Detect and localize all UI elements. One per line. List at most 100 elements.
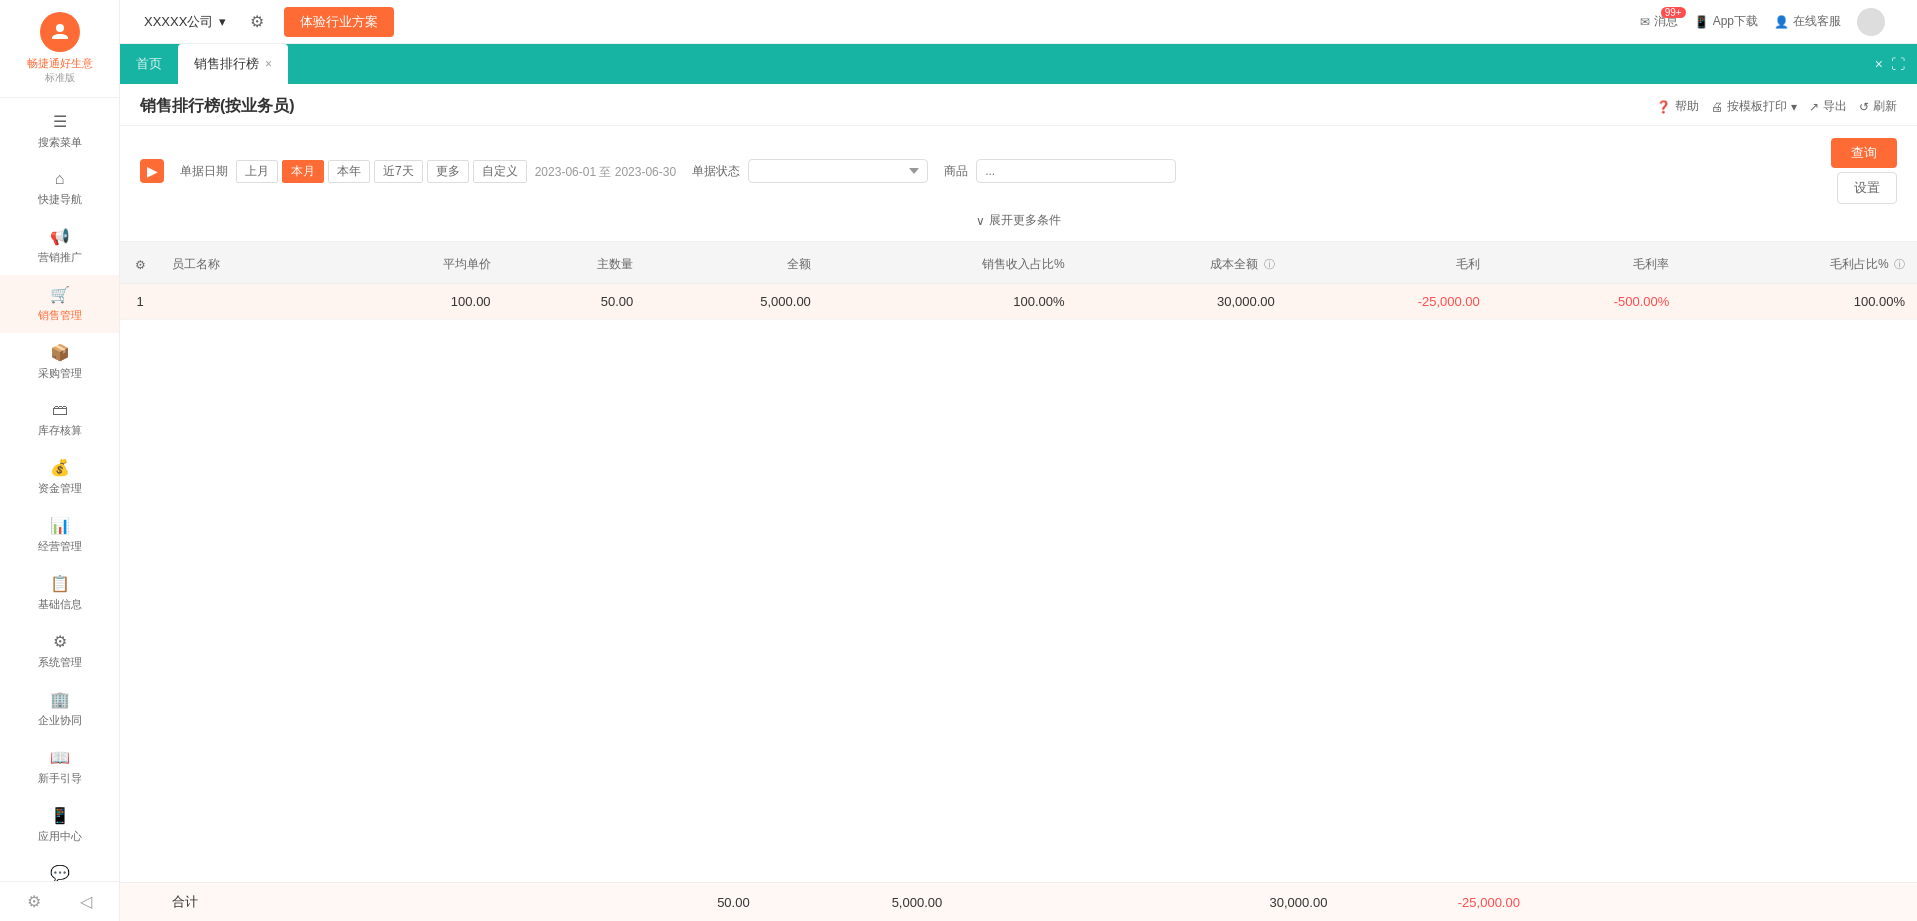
sidebar-label-system: 系统管理 — [38, 655, 82, 670]
sidebar-item-basic[interactable]: 📋 基础信息 — [0, 564, 119, 622]
date-btn-last-month[interactable]: 上月 — [236, 160, 278, 183]
user-avatar[interactable] — [1857, 8, 1885, 36]
filter-settings-button[interactable]: 设置 — [1837, 172, 1897, 204]
date-filter-label: 单据日期 — [180, 163, 228, 180]
online-service-button[interactable]: 👤 在线客服 — [1774, 13, 1841, 30]
chevron-down-icon: ∨ — [976, 214, 985, 228]
template-dropdown-icon: ▾ — [1791, 100, 1797, 114]
tab-fullscreen-icon[interactable]: ⛶ — [1891, 56, 1905, 72]
sales-icon: 🛒 — [50, 285, 70, 304]
export-label: 导出 — [1823, 98, 1847, 115]
cell-profit-rate: -500.00% — [1492, 284, 1682, 320]
home-icon: ⌂ — [55, 170, 65, 188]
topbar-settings-icon[interactable]: ⚙ — [250, 12, 264, 31]
sidebar: 畅捷通好生意 标准版 ☰ 搜索菜单 ⌂ 快捷导航 📢 营销推广 🛒 销售管理 📦… — [0, 0, 120, 921]
service-icon: 👤 — [1774, 15, 1789, 29]
sidebar-item-appstore[interactable]: 📱 应用中心 — [0, 796, 119, 854]
export-button[interactable]: ↗ 导出 — [1809, 98, 1847, 115]
sidebar-item-operations[interactable]: 📊 经营管理 — [0, 506, 119, 564]
sidebar-item-wechat[interactable]: 💬 企业微信 — [0, 854, 119, 881]
sidebar-item-system[interactable]: ⚙ 系统管理 — [0, 622, 119, 680]
sidebar-item-marketing[interactable]: 📢 营销推广 — [0, 217, 119, 275]
filter-toggle-button[interactable]: ▶ — [140, 159, 164, 183]
footer-amount: 5,000.00 — [750, 895, 943, 910]
date-btn-more[interactable]: 更多 — [427, 160, 469, 183]
page-actions: ❓ 帮助 🖨 按模板打印 ▾ ↗ 导出 ↺ 刷新 — [1656, 98, 1897, 115]
footer-profit: -25,000.00 — [1327, 895, 1520, 910]
date-btn-custom[interactable]: 自定义 — [473, 160, 527, 183]
operations-icon: 📊 — [50, 516, 70, 535]
cell-avg-price: 100.00 — [331, 284, 502, 320]
tab-close-icon[interactable]: × — [265, 57, 272, 71]
tab-home-label: 首页 — [136, 55, 162, 73]
th-profit-rate: 毛利率 — [1492, 246, 1682, 284]
date-btn-this-year[interactable]: 本年 — [328, 160, 370, 183]
search-menu-icon: ☰ — [53, 112, 67, 131]
settings-footer-icon[interactable]: ⚙ — [27, 892, 41, 911]
tab-home[interactable]: 首页 — [120, 44, 178, 84]
filter-bar: ▶ 单据日期 上月 本月 本年 近7天 更多 自定义 2023-06-01 至 … — [120, 126, 1917, 242]
goods-input[interactable] — [976, 159, 1176, 183]
th-amount: 全额 — [645, 246, 823, 284]
finance-icon: 💰 — [50, 458, 70, 477]
status-select[interactable] — [748, 159, 928, 183]
logo-badge: 标准版 — [45, 71, 75, 85]
cost-info-icon[interactable]: ⓘ — [1264, 258, 1275, 270]
th-settings[interactable]: ⚙ — [120, 246, 160, 284]
date-btn-7days[interactable]: 近7天 — [374, 160, 423, 183]
column-settings-icon[interactable]: ⚙ — [135, 258, 146, 272]
sidebar-label-finance: 资金管理 — [38, 481, 82, 496]
page-header: 销售排行榜(按业务员) ❓ 帮助 🖨 按模板打印 ▾ ↗ 导出 ↺ 刷新 — [120, 84, 1917, 126]
table-header-row: ⚙ 员工名称 平均单价 主数量 全额 销售收入占比% 成本全额 ⓘ 毛利 — [120, 246, 1917, 284]
app-label: App下载 — [1713, 13, 1758, 30]
purchase-icon: 📦 — [50, 343, 70, 362]
cell-main-qty: 50.00 — [503, 284, 646, 320]
cell-amount: 5,000.00 — [645, 284, 823, 320]
tabs-right-controls: × ⛶ — [1875, 56, 1917, 72]
sidebar-item-inventory[interactable]: 🗃 库存核算 — [0, 391, 119, 448]
help-icon: ❓ — [1656, 100, 1671, 114]
tab-window-close-icon[interactable]: × — [1875, 56, 1883, 72]
profit-pct-info-icon[interactable]: ⓘ — [1894, 258, 1905, 270]
sidebar-label-quick: 快捷导航 — [38, 192, 82, 207]
sidebar-label-marketing: 营销推广 — [38, 250, 82, 265]
goods-filter-label: 商品 — [944, 163, 968, 180]
sidebar-label-inventory: 库存核算 — [38, 423, 82, 438]
logo-icon — [40, 12, 80, 52]
query-button[interactable]: 查询 — [1831, 138, 1897, 168]
data-table: ⚙ 员工名称 平均单价 主数量 全额 销售收入占比% 成本全额 ⓘ 毛利 — [120, 246, 1917, 320]
company-selector[interactable]: XXXXX公司 ▾ — [136, 9, 234, 35]
sidebar-item-collab[interactable]: 🏢 企业协同 — [0, 680, 119, 738]
sidebar-label-appstore: 应用中心 — [38, 829, 82, 844]
sidebar-item-quick[interactable]: ⌂ 快捷导航 — [0, 160, 119, 217]
system-icon: ⚙ — [53, 632, 67, 651]
collapse-sidebar-icon[interactable]: ◁ — [80, 892, 92, 911]
message-button[interactable]: ✉ 消息 99+ — [1640, 13, 1678, 30]
expand-more-button[interactable]: ∨ 展开更多条件 — [140, 204, 1897, 229]
refresh-button[interactable]: ↺ 刷新 — [1859, 98, 1897, 115]
sidebar-item-search[interactable]: ☰ 搜索菜单 — [0, 102, 119, 160]
tab-active-label: 销售排行榜 — [194, 55, 259, 73]
filter-actions: 查询 设置 — [1831, 138, 1897, 204]
status-filter: 单据状态 — [692, 159, 928, 183]
template-print-button[interactable]: 🖨 按模板打印 ▾ — [1711, 98, 1797, 115]
sidebar-item-sales[interactable]: 🛒 销售管理 — [0, 275, 119, 333]
trial-button[interactable]: 体验行业方案 — [284, 7, 394, 37]
cell-index: 1 — [120, 284, 160, 320]
topbar: XXXXX公司 ▾ ⚙ 体验行业方案 ✉ 消息 99+ 📱 App下载 👤 在线… — [120, 0, 1917, 44]
marketing-icon: 📢 — [50, 227, 70, 246]
date-btn-this-month[interactable]: 本月 — [282, 160, 324, 183]
tab-sales-ranking[interactable]: 销售排行榜 × — [178, 44, 288, 84]
th-profit: 毛利 — [1287, 246, 1492, 284]
company-name: XXXXX公司 — [144, 13, 213, 31]
refresh-label: 刷新 — [1873, 98, 1897, 115]
filter-section: ▶ 单据日期 上月 本月 本年 近7天 更多 自定义 2023-06-01 至 … — [120, 126, 1917, 242]
status-filter-label: 单据状态 — [692, 163, 740, 180]
app-download-button[interactable]: 📱 App下载 — [1694, 13, 1758, 30]
sidebar-item-finance[interactable]: 💰 资金管理 — [0, 448, 119, 506]
help-button[interactable]: ❓ 帮助 — [1656, 98, 1699, 115]
sidebar-item-guide[interactable]: 📖 新手引导 — [0, 738, 119, 796]
sidebar-item-purchase[interactable]: 📦 采购管理 — [0, 333, 119, 391]
table-container: ⚙ 员工名称 平均单价 主数量 全额 销售收入占比% 成本全额 ⓘ 毛利 — [120, 246, 1917, 882]
table-footer: 合计 50.00 5,000.00 30,000.00 -25,000.00 — [120, 882, 1917, 921]
